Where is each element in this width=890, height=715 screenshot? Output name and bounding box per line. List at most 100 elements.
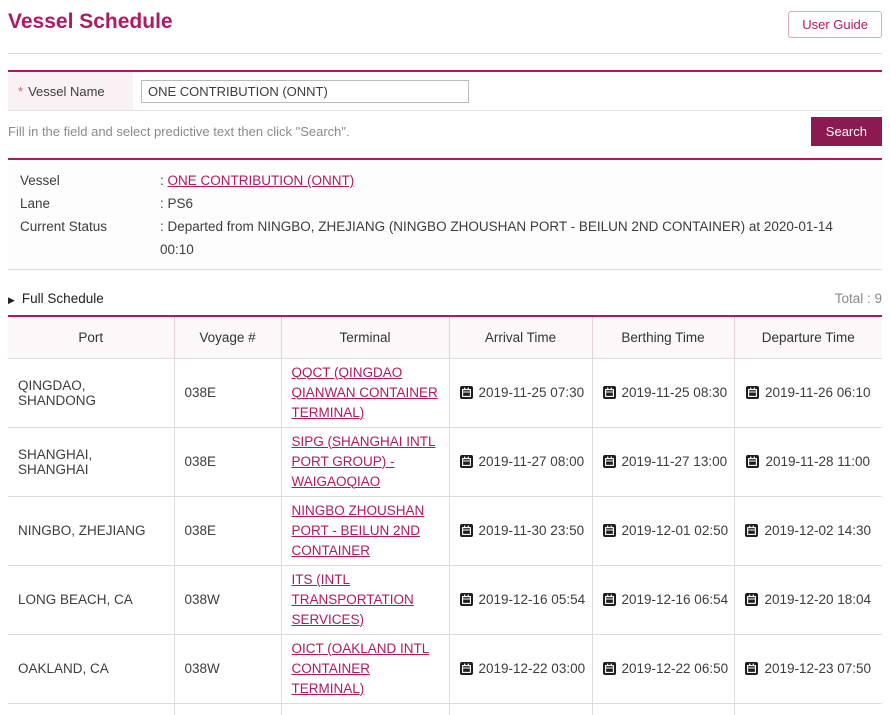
info-label: Current Status xyxy=(20,219,108,234)
calendar-icon xyxy=(459,593,473,606)
departure-time-text: 2019-11-26 06:10 xyxy=(764,385,871,400)
arrival-time-text: 2019-11-25 07:30 xyxy=(478,385,585,400)
terminal-cell: SIPG (SHANGHAI INTL PORT GROUP) - WAIGAO… xyxy=(280,427,449,497)
schedule-table: Port Voyage # Terminal Arrival Time Berthing… xyxy=(8,315,882,715)
voyage-cell: 038E xyxy=(173,496,281,566)
departure-time-cell: 2019-11-26 06:10 xyxy=(733,358,882,428)
calendar-icon xyxy=(602,662,616,675)
berthing-time-text: 2019-12-01 02:50 xyxy=(621,523,729,538)
departure-time-text: 2019-12-23 07:50 xyxy=(764,661,872,676)
calendar-icon xyxy=(745,524,759,537)
departure-time-cell: 2019-12-02 14:30 xyxy=(733,496,882,566)
info-row: Vessel : ONE CONTRIBUTION (ONNT) xyxy=(20,169,870,192)
user-guide-button[interactable]: User Guide xyxy=(788,11,882,38)
terminal-cell: OICT (OAKLAND INTL CONTAINER TERMINAL) xyxy=(280,634,449,704)
empty-cell xyxy=(591,703,734,715)
table-row: OAKLAND, CA 038W OICT (OAKLAND INTL CONTAI… xyxy=(8,634,882,704)
info-value: : PS6 xyxy=(160,196,194,211)
berthing-time-text: 2019-11-27 13:00 xyxy=(621,454,728,469)
page-header: Vessel Schedule User Guide xyxy=(8,10,882,40)
berthing-time-cell: 2019-12-22 06:50 xyxy=(591,634,734,704)
column-header: Departure Time xyxy=(733,316,882,359)
info-value: : ONE CONTRIBUTION (ONNT) xyxy=(160,173,355,188)
column-header: Arrival Time xyxy=(448,316,592,359)
search-button[interactable]: Search xyxy=(810,117,882,146)
calendar-icon xyxy=(746,455,760,468)
info-value: : Departed from NINGBO, ZHEJIANG (NINGBO… xyxy=(160,219,833,257)
vessel-name-label-cell: * Vessel Name xyxy=(8,72,133,110)
berthing-time-text: 2019-12-16 06:54 xyxy=(621,592,729,607)
table-row-partial xyxy=(8,703,882,715)
full-schedule-label: Full Schedule xyxy=(21,291,104,306)
calendar-icon xyxy=(459,662,473,675)
departure-time-cell: 2019-12-23 07:50 xyxy=(733,634,882,704)
arrival-time-cell: 2019-11-27 08:00 xyxy=(448,427,592,497)
arrival-time-cell: 2019-11-25 07:30 xyxy=(448,358,592,428)
info-label: Vessel xyxy=(20,173,60,188)
calendar-icon xyxy=(602,386,616,399)
terminal-link[interactable]: ITS (INTL TRANSPORTATION SERVICES) xyxy=(292,572,414,627)
berthing-time-cell: 2019-12-16 06:54 xyxy=(591,565,734,635)
vessel-info-panel: Vessel : ONE CONTRIBUTION (ONNT) Lane : PS6… xyxy=(8,158,882,270)
table-row: QINGDAO, SHANDONG 038E QQCT (QINGDAO QIANW… xyxy=(8,358,882,428)
column-header: Terminal xyxy=(280,316,449,359)
terminal-link[interactable]: QQCT (QINGDAO QIANWAN CONTAINER TERMINAL… xyxy=(292,365,438,420)
full-schedule-toggle[interactable]: ▶ Full Schedule xyxy=(8,291,104,306)
page: Vessel Schedule User Guide * Vessel Name… xyxy=(0,0,890,715)
required-marker: * xyxy=(18,83,24,99)
calendar-icon xyxy=(459,386,473,399)
search-hint-text: Fill in the field and select predictive … xyxy=(8,124,350,139)
terminal-cell: QQCT (QINGDAO QIANWAN CONTAINER TERMINAL… xyxy=(280,358,449,428)
info-label: Lane xyxy=(20,196,51,211)
berthing-time-cell: 2019-12-01 02:50 xyxy=(591,496,734,566)
calendar-icon xyxy=(745,593,759,606)
hint-row: Fill in the field and select predictive … xyxy=(8,111,882,152)
column-header: Voyage # xyxy=(173,316,281,359)
info-row: Lane : PS6 xyxy=(20,192,870,215)
empty-cell xyxy=(733,703,882,715)
terminal-link[interactable]: SIPG (SHANGHAI INTL PORT GROUP) - WAIGAO… xyxy=(292,434,436,489)
vessel-search-form: * Vessel Name xyxy=(8,70,882,111)
berthing-time-text: 2019-12-22 06:50 xyxy=(621,661,729,676)
empty-cell xyxy=(8,703,174,715)
arrival-time-text: 2019-11-27 08:00 xyxy=(478,454,585,469)
departure-time-cell: 2019-12-20 18:04 xyxy=(733,565,882,635)
arrival-time-cell: 2019-12-22 03:00 xyxy=(448,634,592,704)
table-row: LONG BEACH, CA 038W ITS (INTL TRANSPORTATI… xyxy=(8,565,882,635)
berthing-time-cell: 2019-11-25 08:30 xyxy=(591,358,734,428)
berthing-time-text: 2019-11-25 08:30 xyxy=(621,385,728,400)
calendar-icon xyxy=(459,455,473,468)
empty-cell xyxy=(448,703,592,715)
port-cell: QINGDAO, SHANDONG xyxy=(8,358,174,428)
port-cell: LONG BEACH, CA xyxy=(8,565,174,635)
info-row: Current Status : Departed from NINGBO, ZH… xyxy=(20,215,870,261)
departure-time-cell: 2019-11-28 11:00 xyxy=(733,427,882,497)
calendar-icon xyxy=(602,524,616,537)
terminal-link[interactable]: NINGBO ZHOUSHAN PORT - BEILUN 2ND CONTAI… xyxy=(292,503,425,558)
arrival-time-text: 2019-12-22 03:00 xyxy=(478,661,586,676)
departure-time-text: 2019-12-02 14:30 xyxy=(764,523,872,538)
calendar-icon xyxy=(459,524,473,537)
port-cell: NINGBO, ZHEJIANG xyxy=(8,496,174,566)
terminal-cell: NINGBO ZHOUSHAN PORT - BEILUN 2ND CONTAI… xyxy=(280,496,449,566)
berthing-time-cell: 2019-11-27 13:00 xyxy=(591,427,734,497)
table-header-row: Port Voyage # Terminal Arrival Time Berthing… xyxy=(8,316,882,359)
calendar-icon xyxy=(745,386,759,399)
triangle-right-icon: ▶ xyxy=(8,295,15,305)
port-cell: OAKLAND, CA xyxy=(8,634,174,704)
arrival-time-text: 2019-11-30 23:50 xyxy=(478,523,585,538)
vessel-link[interactable]: ONE CONTRIBUTION (ONNT) xyxy=(168,173,355,188)
schedule-table-body: QINGDAO, SHANDONG 038E QQCT (QINGDAO QIANW… xyxy=(8,358,882,715)
arrival-time-text: 2019-12-16 05:54 xyxy=(478,592,586,607)
full-schedule-bar: ▶ Full Schedule Total : 9 xyxy=(8,291,882,315)
vessel-name-input[interactable] xyxy=(141,79,469,103)
column-header: Port xyxy=(8,316,174,359)
arrival-time-cell: 2019-12-16 05:54 xyxy=(448,565,592,635)
table-row: SHANGHAI, SHANGHAI 038E SIPG (SHANGHAI INT… xyxy=(8,427,882,497)
empty-cell xyxy=(280,703,449,715)
calendar-icon xyxy=(602,593,616,606)
vessel-name-label: Vessel Name xyxy=(28,83,105,99)
page-title: Vessel Schedule xyxy=(8,10,173,33)
terminal-link[interactable]: OICT (OAKLAND INTL CONTAINER TERMINAL) xyxy=(292,641,430,696)
voyage-cell: 038W xyxy=(173,634,281,704)
